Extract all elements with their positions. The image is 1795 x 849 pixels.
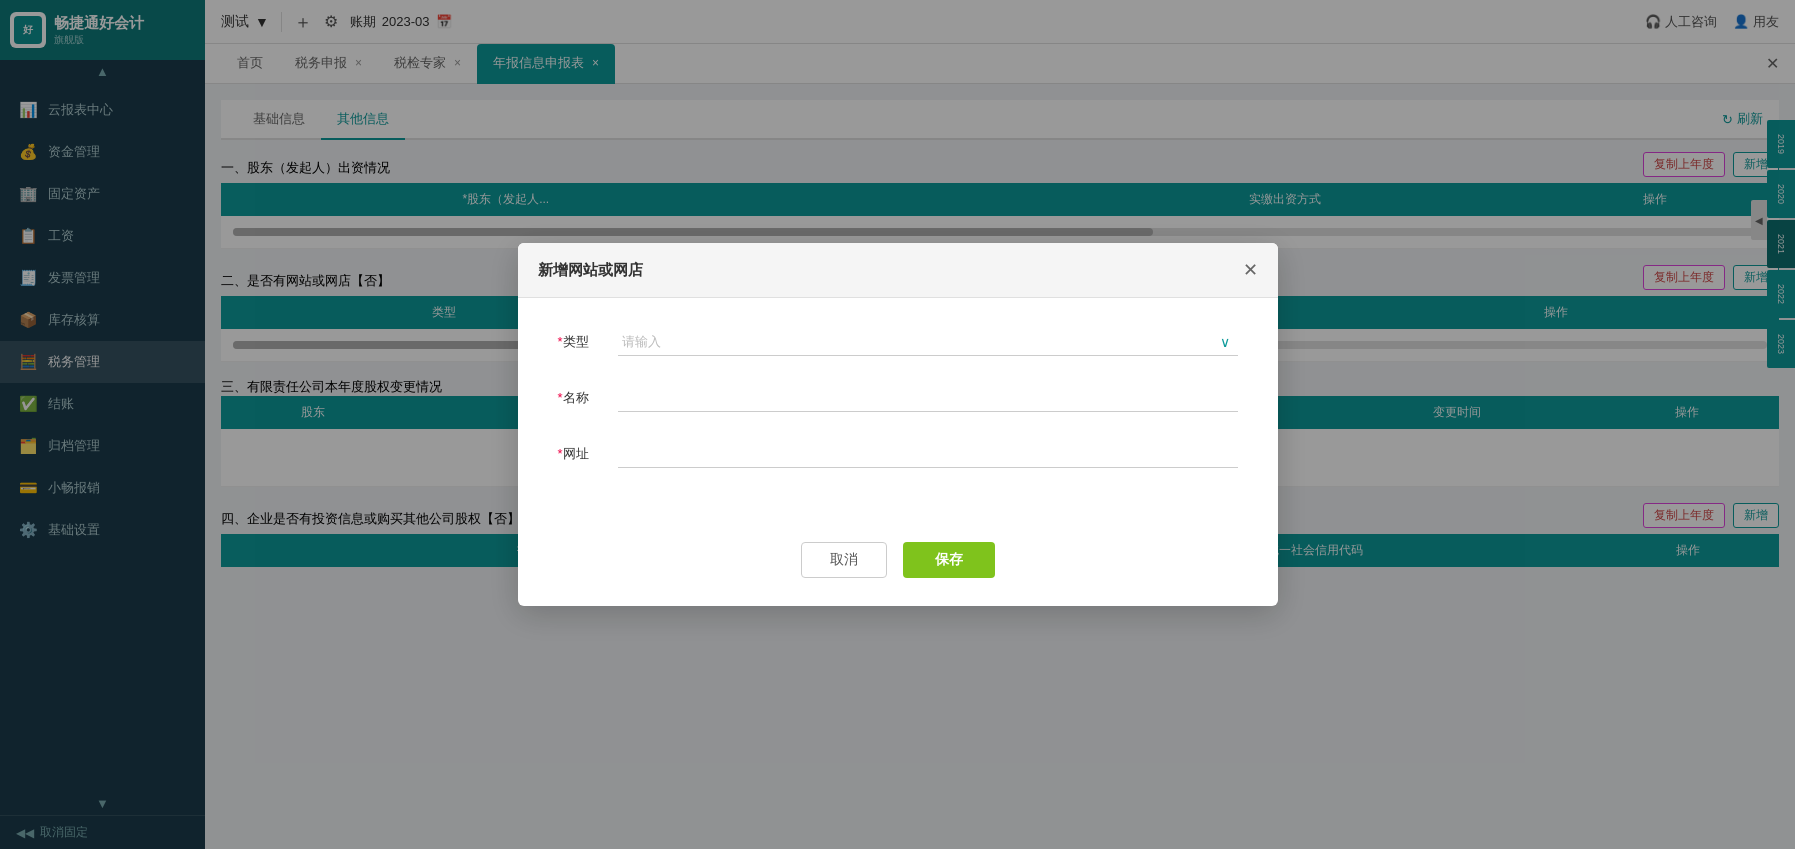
- dialog-title: 新增网站或网店: [538, 261, 643, 280]
- name-required-star: *: [558, 390, 563, 405]
- dialog-header: 新增网站或网店 ✕: [518, 243, 1278, 298]
- url-input[interactable]: [618, 440, 1238, 468]
- type-input-wrap: ∨: [618, 328, 1238, 356]
- save-button[interactable]: 保存: [903, 542, 995, 578]
- url-label: *网址: [558, 445, 618, 463]
- name-label: *名称: [558, 389, 618, 407]
- form-row-url: *网址: [558, 440, 1238, 468]
- dialog-overlay[interactable]: 新增网站或网店 ✕ *类型 ∨ *名称: [0, 0, 1795, 849]
- dialog-close-button[interactable]: ✕: [1243, 259, 1258, 281]
- type-label: *类型: [558, 333, 618, 351]
- dialog-body: *类型 ∨ *名称 *网址: [518, 298, 1278, 526]
- add-website-dialog: 新增网站或网店 ✕ *类型 ∨ *名称: [518, 243, 1278, 606]
- form-row-type: *类型 ∨: [558, 328, 1238, 356]
- type-required-star: *: [558, 334, 563, 349]
- url-required-star: *: [558, 446, 563, 461]
- form-row-name: *名称: [558, 384, 1238, 412]
- name-input[interactable]: [618, 384, 1238, 412]
- url-input-wrap: [618, 440, 1238, 468]
- dialog-footer: 取消 保存: [518, 526, 1278, 606]
- type-input[interactable]: [618, 328, 1238, 356]
- cancel-button[interactable]: 取消: [801, 542, 887, 578]
- name-input-wrap: [618, 384, 1238, 412]
